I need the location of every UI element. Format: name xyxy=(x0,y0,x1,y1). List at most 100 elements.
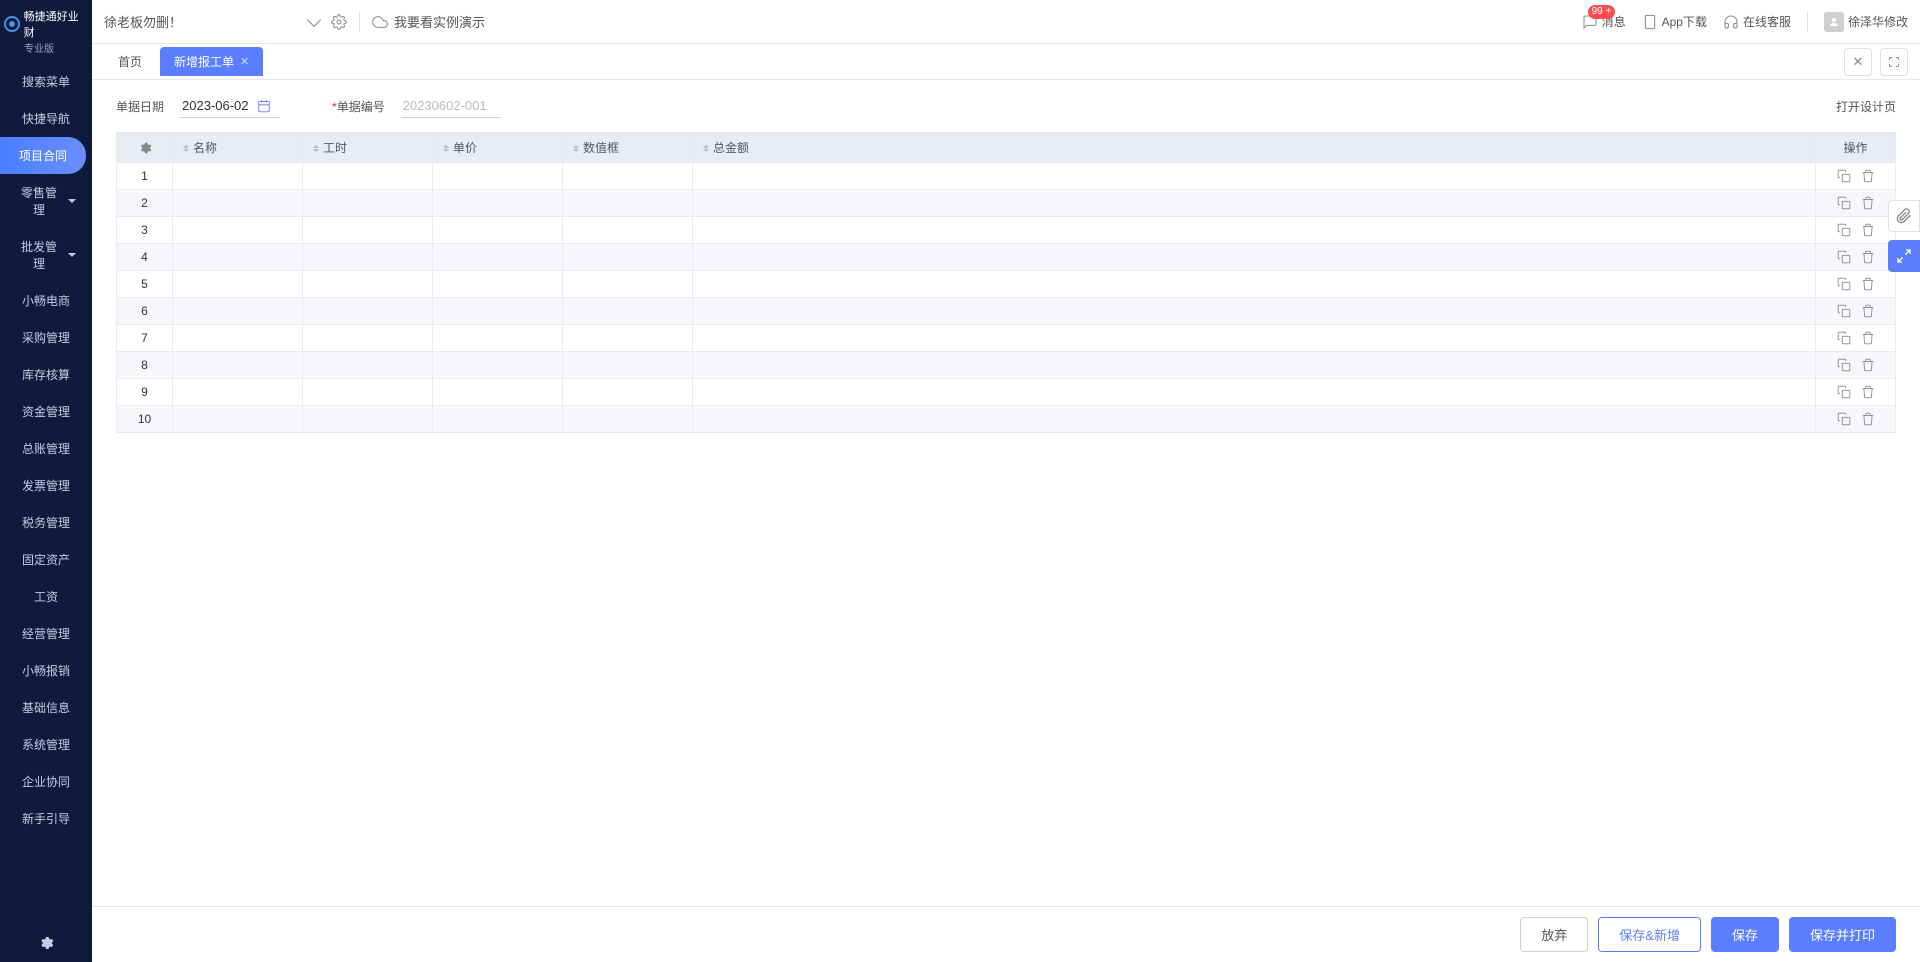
sidebar-item-6[interactable]: 采购管理 xyxy=(0,319,92,356)
delete-row-icon[interactable] xyxy=(1861,385,1875,399)
cell[interactable] xyxy=(563,217,693,244)
copy-row-icon[interactable] xyxy=(1837,331,1851,345)
cell[interactable] xyxy=(433,217,563,244)
cell[interactable] xyxy=(173,271,303,298)
sidebar-item-10[interactable]: 发票管理 xyxy=(0,467,92,504)
cell[interactable] xyxy=(433,352,563,379)
delete-row-icon[interactable] xyxy=(1861,277,1875,291)
cell[interactable] xyxy=(563,352,693,379)
cell[interactable] xyxy=(303,190,433,217)
cell[interactable] xyxy=(303,406,433,433)
close-icon[interactable]: ✕ xyxy=(240,55,249,68)
cell[interactable] xyxy=(433,298,563,325)
cell[interactable] xyxy=(433,406,563,433)
tenant-selector[interactable]: 徐老板勿删！ xyxy=(104,12,319,31)
cell[interactable] xyxy=(433,325,563,352)
sidebar-item-3[interactable]: 零售管理 xyxy=(0,174,92,228)
cell[interactable] xyxy=(693,298,1816,325)
sidebar-item-14[interactable]: 经营管理 xyxy=(0,615,92,652)
copy-row-icon[interactable] xyxy=(1837,196,1851,210)
cell[interactable] xyxy=(303,217,433,244)
cell[interactable] xyxy=(433,244,563,271)
sidebar-item-1[interactable]: 快捷导航 xyxy=(0,100,92,137)
copy-row-icon[interactable] xyxy=(1837,304,1851,318)
cell[interactable] xyxy=(693,217,1816,244)
cell[interactable] xyxy=(433,379,563,406)
cell[interactable] xyxy=(433,163,563,190)
copy-row-icon[interactable] xyxy=(1837,277,1851,291)
sidebar-item-0[interactable]: 搜索菜单 xyxy=(0,63,92,100)
abandon-button[interactable]: 放弃 xyxy=(1520,917,1588,952)
sidebar-item-19[interactable]: 新手引导 xyxy=(0,800,92,837)
expand-widget[interactable] xyxy=(1888,240,1920,272)
sidebar-item-4[interactable]: 批发管理 xyxy=(0,228,92,282)
cell[interactable] xyxy=(303,163,433,190)
cell[interactable] xyxy=(693,244,1816,271)
cell[interactable] xyxy=(563,379,693,406)
save-button[interactable]: 保存 xyxy=(1711,917,1779,952)
th-qty[interactable]: 数值框 xyxy=(563,133,693,163)
cell[interactable] xyxy=(693,379,1816,406)
sidebar-item-2[interactable]: 项目合同 xyxy=(0,137,86,174)
sidebar-item-8[interactable]: 资金管理 xyxy=(0,393,92,430)
close-all-tabs-button[interactable]: ✕ xyxy=(1844,48,1872,76)
cell[interactable] xyxy=(173,298,303,325)
cell[interactable] xyxy=(693,190,1816,217)
cell[interactable] xyxy=(693,271,1816,298)
sidebar-item-17[interactable]: 系统管理 xyxy=(0,726,92,763)
cell[interactable] xyxy=(173,325,303,352)
sidebar-item-5[interactable]: 小畅电商 xyxy=(0,282,92,319)
th-settings[interactable] xyxy=(117,133,173,163)
cell[interactable] xyxy=(173,352,303,379)
th-name[interactable]: 名称 xyxy=(173,133,303,163)
delete-row-icon[interactable] xyxy=(1861,304,1875,318)
tab-1[interactable]: 新增报工单✕ xyxy=(160,47,263,76)
cell[interactable] xyxy=(693,163,1816,190)
date-input[interactable]: 2023-06-02 xyxy=(180,94,280,118)
delete-row-icon[interactable] xyxy=(1861,223,1875,237)
open-design-link[interactable]: 打开设计页 xyxy=(1836,98,1896,115)
delete-row-icon[interactable] xyxy=(1861,331,1875,345)
user-menu[interactable]: 徐泽华修改 xyxy=(1824,12,1908,32)
doc-no-input[interactable]: 20230602-001 xyxy=(401,94,501,118)
cell[interactable] xyxy=(303,325,433,352)
th-price[interactable]: 单价 xyxy=(433,133,563,163)
app-download-button[interactable]: App下载 xyxy=(1642,13,1707,30)
cell[interactable] xyxy=(303,379,433,406)
copy-row-icon[interactable] xyxy=(1837,169,1851,183)
customer-service-button[interactable]: 在线客服 xyxy=(1723,13,1791,30)
sidebar-item-15[interactable]: 小畅报销 xyxy=(0,652,92,689)
th-hours[interactable]: 工时 xyxy=(303,133,433,163)
cell[interactable] xyxy=(563,298,693,325)
sidebar-item-9[interactable]: 总账管理 xyxy=(0,430,92,467)
cell[interactable] xyxy=(303,244,433,271)
cell[interactable] xyxy=(433,190,563,217)
cell[interactable] xyxy=(563,244,693,271)
delete-row-icon[interactable] xyxy=(1861,412,1875,426)
delete-row-icon[interactable] xyxy=(1861,250,1875,264)
cell[interactable] xyxy=(173,217,303,244)
sidebar-item-11[interactable]: 税务管理 xyxy=(0,504,92,541)
cell[interactable] xyxy=(433,271,563,298)
copy-row-icon[interactable] xyxy=(1837,223,1851,237)
cell[interactable] xyxy=(173,379,303,406)
delete-row-icon[interactable] xyxy=(1861,169,1875,183)
cell[interactable] xyxy=(173,163,303,190)
cell[interactable] xyxy=(303,352,433,379)
sidebar-item-16[interactable]: 基础信息 xyxy=(0,689,92,726)
cell[interactable] xyxy=(563,406,693,433)
save-and-new-button[interactable]: 保存&新增 xyxy=(1598,917,1701,952)
cell[interactable] xyxy=(303,271,433,298)
cell[interactable] xyxy=(693,325,1816,352)
attachment-widget[interactable] xyxy=(1888,200,1920,232)
tab-0[interactable]: 首页 xyxy=(104,47,156,76)
cell[interactable] xyxy=(693,352,1816,379)
cell[interactable] xyxy=(563,190,693,217)
copy-row-icon[interactable] xyxy=(1837,358,1851,372)
fullscreen-button[interactable] xyxy=(1880,48,1908,76)
cell[interactable] xyxy=(563,163,693,190)
sidebar-item-7[interactable]: 库存核算 xyxy=(0,356,92,393)
delete-row-icon[interactable] xyxy=(1861,358,1875,372)
copy-row-icon[interactable] xyxy=(1837,250,1851,264)
message-button[interactable]: 99 + 消息 xyxy=(1582,13,1626,30)
